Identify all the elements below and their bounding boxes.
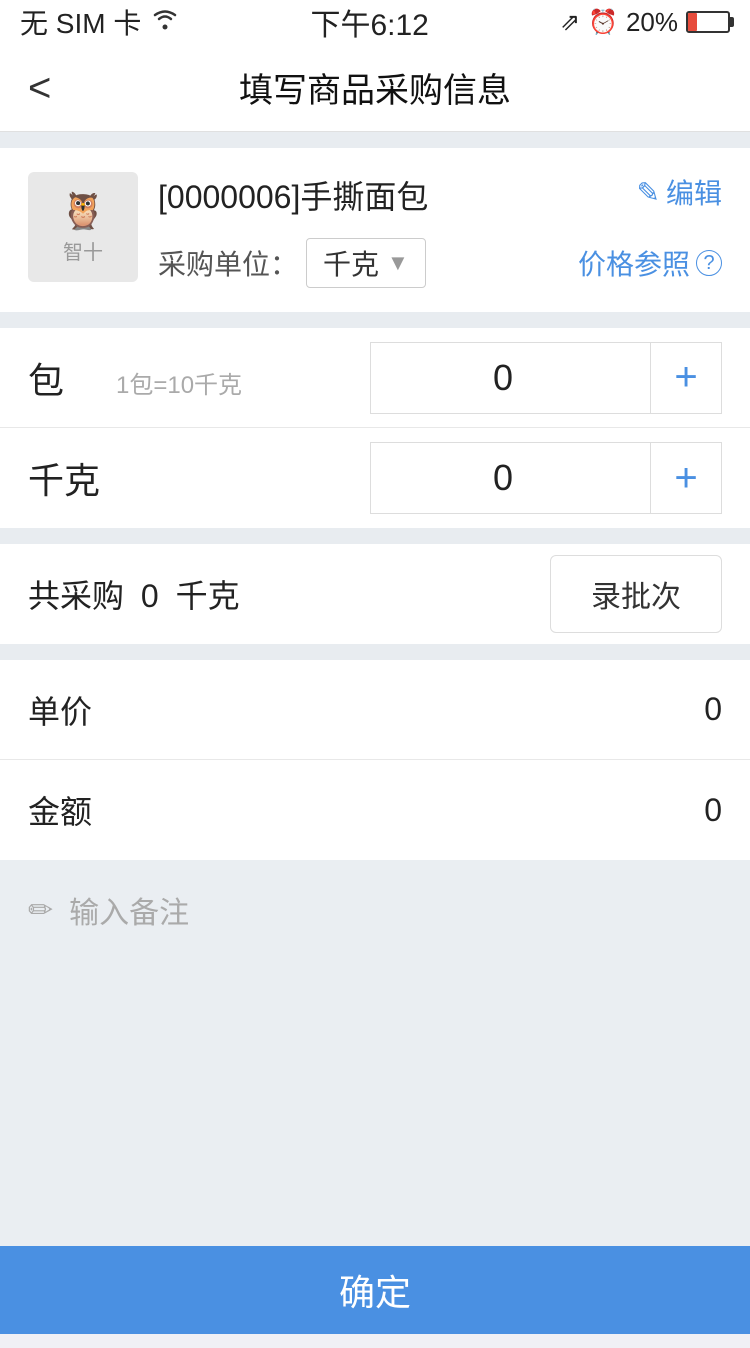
bag-input-row: 包 1包=10千克 +	[0, 328, 750, 428]
remark-placeholder: 输入备注	[69, 888, 189, 932]
bag-input-right: +	[370, 342, 722, 414]
product-header: [0000006]手撕面包 ✎ 编辑	[158, 172, 722, 218]
unit-price-row: 单价 0	[0, 660, 750, 760]
page-title: 填写商品采购信息	[239, 63, 511, 112]
kg-plus-button[interactable]: +	[650, 442, 722, 514]
product-owl-icon: 🦉	[61, 190, 106, 232]
confirm-button-label: 确定	[339, 1264, 411, 1316]
price-ref-button[interactable]: 价格参照 ?	[578, 243, 722, 283]
kg-input[interactable]	[370, 442, 650, 514]
summary-value: 0	[141, 578, 159, 614]
input-divider	[0, 528, 750, 544]
battery-percentage: 20%	[626, 7, 678, 38]
amount-row: 金额 0	[0, 760, 750, 860]
amount-label: 金额	[28, 787, 92, 833]
product-card: 🦉 智十 [0000006]手撕面包 ✎ 编辑 采购单位： 千克 ▼	[0, 148, 750, 312]
bag-input[interactable]	[370, 342, 650, 414]
unit-select[interactable]: 千克 ▼	[306, 238, 426, 288]
product-image: 🦉 智十	[28, 172, 138, 282]
summary-row: 共采购 0 千克 录批次	[0, 544, 750, 644]
price-ref-help-icon: ?	[696, 250, 722, 276]
location-icon: ⇗	[560, 8, 580, 37]
wifi-icon	[151, 6, 179, 38]
bag-label: 包	[28, 352, 108, 404]
edit-icon: ✎	[637, 176, 660, 209]
nav-bar: < 填写商品采购信息	[0, 44, 750, 132]
summary-section: 共采购 0 千克 录批次	[0, 544, 750, 644]
pencil-icon: ✏	[28, 893, 53, 928]
summary-text: 共采购 0 千克	[28, 571, 240, 617]
product-unit-row: 采购单位： 千克 ▼ 价格参照 ?	[158, 238, 722, 288]
bottom-space	[0, 960, 750, 1260]
alarm-icon: ⏰	[588, 8, 618, 37]
edit-button[interactable]: ✎ 编辑	[637, 172, 722, 212]
record-batch-button[interactable]: 录批次	[550, 555, 722, 633]
remark-section[interactable]: ✏ 输入备注	[0, 860, 750, 960]
status-right: ⇗ ⏰ 20%	[560, 7, 730, 38]
confirm-button[interactable]: 确定	[0, 1246, 750, 1334]
input-section: 包 1包=10千克 + 千克 +	[0, 328, 750, 528]
edit-label: 编辑	[666, 172, 722, 212]
product-info: [0000006]手撕面包 ✎ 编辑 采购单位： 千克 ▼ 价格参照 ?	[158, 172, 722, 288]
unit-label: 采购单位：	[158, 243, 298, 283]
summary-prefix: 共采购	[28, 578, 124, 614]
status-bar: 无 SIM 卡 下午6:12 ⇗ ⏰ 20%	[0, 0, 750, 44]
summary-unit: 千克	[176, 578, 240, 614]
bag-plus-button[interactable]: +	[650, 342, 722, 414]
status-left: 无 SIM 卡	[20, 2, 179, 42]
summary-divider	[0, 644, 750, 660]
unit-price-value: 0	[704, 691, 722, 728]
carrier-text: 无 SIM 卡	[20, 2, 141, 42]
kg-label: 千克	[28, 452, 108, 504]
unit-value: 千克	[323, 243, 379, 283]
amount-value: 0	[704, 792, 722, 829]
product-brand-text: 智十	[63, 236, 103, 265]
kg-input-right: +	[370, 442, 722, 514]
battery-icon	[686, 11, 730, 33]
back-button[interactable]: <	[28, 68, 51, 108]
unit-price-label: 单价	[28, 687, 92, 733]
product-name: [0000006]手撕面包	[158, 172, 428, 218]
bag-sublabel: 1包=10千克	[116, 365, 242, 400]
kg-input-row: 千克 +	[0, 428, 750, 528]
top-divider	[0, 132, 750, 148]
unit-dropdown-icon: ▼	[387, 250, 409, 276]
detail-section: 单价 0 金额 0	[0, 660, 750, 860]
product-divider	[0, 312, 750, 328]
status-time: 下午6:12	[310, 0, 428, 44]
price-ref-label: 价格参照	[578, 243, 690, 283]
